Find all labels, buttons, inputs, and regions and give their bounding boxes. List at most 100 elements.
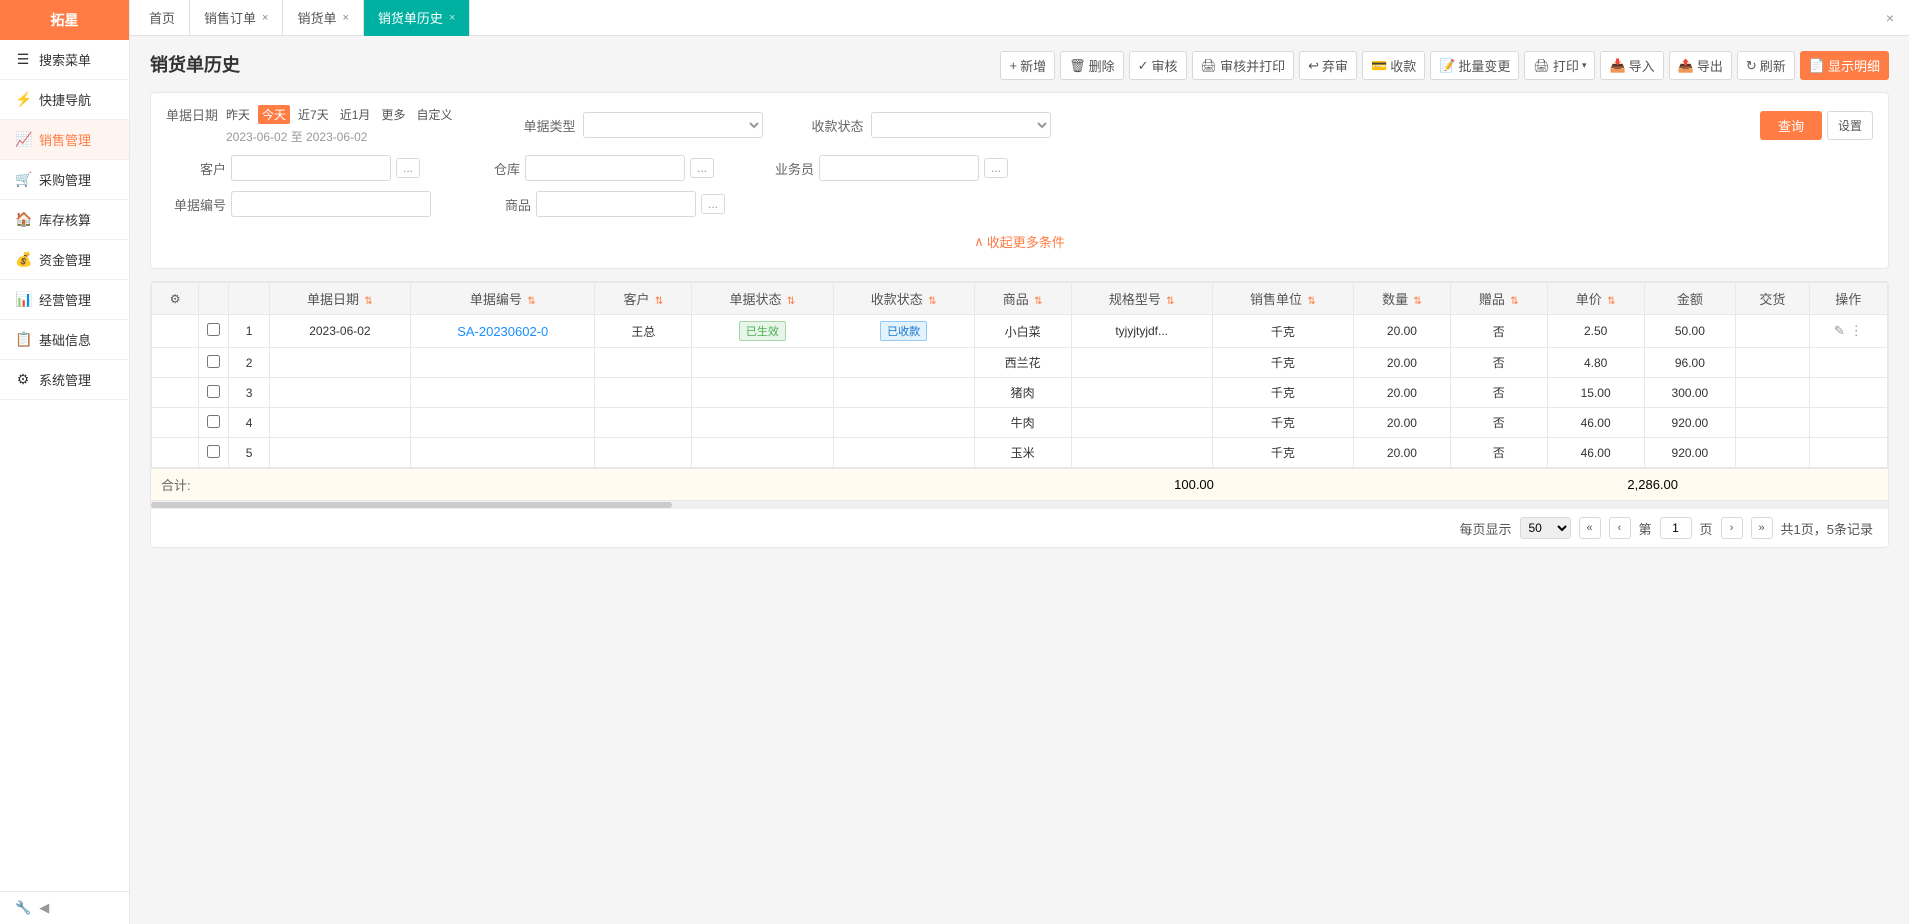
sidebar-item-purchase-mgmt[interactable]: 🛒 采购管理 (0, 160, 129, 200)
row-checkbox[interactable] (207, 323, 220, 336)
row-checkbox[interactable] (207, 445, 220, 458)
import-button[interactable]: 📥 导入 (1600, 51, 1663, 80)
page-number-input[interactable] (1660, 517, 1692, 539)
row-checkbox[interactable] (207, 355, 220, 368)
customer-ellipsis[interactable]: ... (396, 158, 420, 178)
cell-action[interactable]: ✎⋮ (1809, 315, 1887, 348)
prev-page-btn[interactable]: ‹ (1609, 517, 1631, 539)
doc-no-link[interactable]: SA-20230602-0 (457, 324, 548, 339)
row-checkbox[interactable] (207, 385, 220, 398)
col-qty[interactable]: 数量 ⇅ (1354, 283, 1451, 315)
sidebar-item-finance-mgmt[interactable]: 💰 资金管理 (0, 240, 129, 280)
tab-sales-goods-close[interactable]: × (342, 12, 348, 24)
sidebar-item-base-info[interactable]: 📋 基础信息 (0, 320, 129, 360)
sidebar-settings-btn[interactable]: 🔧 ◀ (0, 892, 129, 924)
query-button[interactable]: 查询 (1760, 111, 1822, 140)
customer-input[interactable] (231, 155, 391, 181)
add-button[interactable]: + 新增 (1000, 51, 1055, 80)
salesperson-input[interactable] (819, 155, 979, 181)
sidebar-item-search-menu[interactable]: ☰ 搜索菜单 (0, 40, 129, 80)
col-gift[interactable]: 赠品 ⇅ (1450, 283, 1547, 315)
sidebar-item-ops-mgmt[interactable]: 📊 经营管理 (0, 280, 129, 320)
payment-status-select[interactable] (871, 112, 1051, 138)
col-doc-date[interactable]: 单据日期 ⇅ (269, 283, 410, 315)
cell-checkbox[interactable] (199, 408, 229, 438)
cell-checkbox[interactable] (199, 438, 229, 468)
next-page-btn[interactable]: › (1721, 517, 1743, 539)
more-conditions-btn[interactable]: ∧ 收起更多条件 (974, 232, 1065, 251)
cell-doc-no[interactable] (411, 348, 595, 378)
col-trade: 交货 (1736, 283, 1809, 315)
date-shortcut-custom[interactable]: 自定义 (413, 105, 455, 124)
col-qty-label: 数量 (1382, 292, 1408, 307)
goods-input[interactable] (536, 191, 696, 217)
cell-action[interactable] (1809, 408, 1887, 438)
col-doc-no[interactable]: 单据编号 ⇅ (411, 283, 595, 315)
col-unit[interactable]: 销售单位 ⇅ (1212, 283, 1353, 315)
date-shortcut-1month[interactable]: 近1月 (337, 105, 374, 124)
date-shortcut-today[interactable]: 今天 (258, 105, 290, 124)
date-shortcut-more[interactable]: 更多 (378, 105, 408, 124)
tab-sales-goods[interactable]: 销货单 × (283, 0, 363, 36)
cell-doc-no[interactable] (411, 408, 595, 438)
delete-button[interactable]: 🗑 删除 (1060, 51, 1124, 80)
col-spec[interactable]: 规格型号 ⇅ (1071, 283, 1212, 315)
search-menu-icon: ☰ (15, 51, 31, 68)
collect-button[interactable]: 💳 收款 (1362, 51, 1425, 80)
abandon-button[interactable]: ↩ 弃审 (1299, 51, 1357, 80)
tab-sales-order-close[interactable]: × (262, 12, 268, 24)
col-price[interactable]: 单价 ⇅ (1547, 283, 1644, 315)
batch-change-button[interactable]: 📝 批量变更 (1430, 51, 1519, 80)
warehouse-input[interactable] (525, 155, 685, 181)
col-doc-status[interactable]: 单据状态 ⇅ (692, 283, 833, 315)
show-detail-button[interactable]: 📄 显示明细 (1800, 51, 1889, 80)
cell-doc-no[interactable] (411, 378, 595, 408)
date-shortcut-yesterday[interactable]: 昨天 (223, 105, 253, 124)
col-payment-status[interactable]: 收款状态 ⇅ (833, 283, 974, 315)
audit-print-button[interactable]: 🖨 审核并打印 (1192, 51, 1295, 80)
doc-type-select[interactable] (583, 112, 763, 138)
cell-doc-no[interactable] (411, 438, 595, 468)
col-settings[interactable]: ⚙ (152, 283, 199, 315)
setting-button[interactable]: 设置 (1827, 111, 1873, 140)
window-close-btn[interactable]: × (1886, 10, 1894, 26)
scroll-thumb[interactable] (151, 502, 672, 508)
cell-action[interactable] (1809, 438, 1887, 468)
tab-sales-history[interactable]: 销货单历史 × (364, 0, 470, 36)
last-page-btn[interactable]: » (1751, 517, 1773, 539)
export-label: 导出 (1697, 56, 1723, 75)
action-edit-icon[interactable]: ✎ (1834, 323, 1845, 338)
cell-checkbox[interactable] (199, 348, 229, 378)
goods-ellipsis[interactable]: ... (701, 194, 725, 214)
action-more-icon[interactable]: ⋮ (1850, 323, 1863, 338)
col-customer[interactable]: 客户 ⇅ (595, 283, 692, 315)
tab-home[interactable]: 首页 (135, 0, 190, 36)
collect-icon: 💳 (1371, 58, 1387, 74)
print-button[interactable]: 🖨 打印 ▾ (1524, 51, 1595, 80)
cell-action[interactable] (1809, 348, 1887, 378)
cell-doc-no[interactable]: SA-20230602-0 (411, 315, 595, 348)
refresh-button[interactable]: ↻ 刷新 (1737, 51, 1795, 80)
date-shortcut-7days[interactable]: 近7天 (295, 105, 332, 124)
first-page-btn[interactable]: « (1579, 517, 1601, 539)
horizontal-scrollbar[interactable] (151, 500, 1888, 508)
sidebar-item-sys-mgmt[interactable]: ⚙ 系统管理 (0, 360, 129, 400)
audit-button[interactable]: ✓ 审核 (1129, 51, 1187, 80)
sidebar-item-quick-nav[interactable]: ⚡ 快捷导航 (0, 80, 129, 120)
cell-checkbox[interactable] (199, 315, 229, 348)
cell-checkbox[interactable] (199, 378, 229, 408)
sidebar-item-sales-mgmt[interactable]: 📈 销售管理 (0, 120, 129, 160)
col-goods[interactable]: 商品 ⇅ (974, 283, 1071, 315)
salesperson-ellipsis[interactable]: ... (984, 158, 1008, 178)
chevron-up-icon: ∧ (974, 234, 984, 250)
export-button[interactable]: 📤 导出 (1669, 51, 1732, 80)
tab-sales-history-close[interactable]: × (449, 12, 455, 24)
warehouse-ellipsis[interactable]: ... (690, 158, 714, 178)
cell-action[interactable] (1809, 378, 1887, 408)
doc-no-input[interactable] (231, 191, 431, 217)
tab-sales-order[interactable]: 销售订单 × (190, 0, 283, 36)
per-page-select[interactable]: 50 20 100 (1520, 517, 1571, 539)
row-checkbox[interactable] (207, 415, 220, 428)
sidebar: 拓星 ☰ 搜索菜单 ⚡ 快捷导航 📈 销售管理 🛒 采购管理 🏠 库存核算 💰 … (0, 0, 130, 924)
sidebar-item-inventory[interactable]: 🏠 库存核算 (0, 200, 129, 240)
